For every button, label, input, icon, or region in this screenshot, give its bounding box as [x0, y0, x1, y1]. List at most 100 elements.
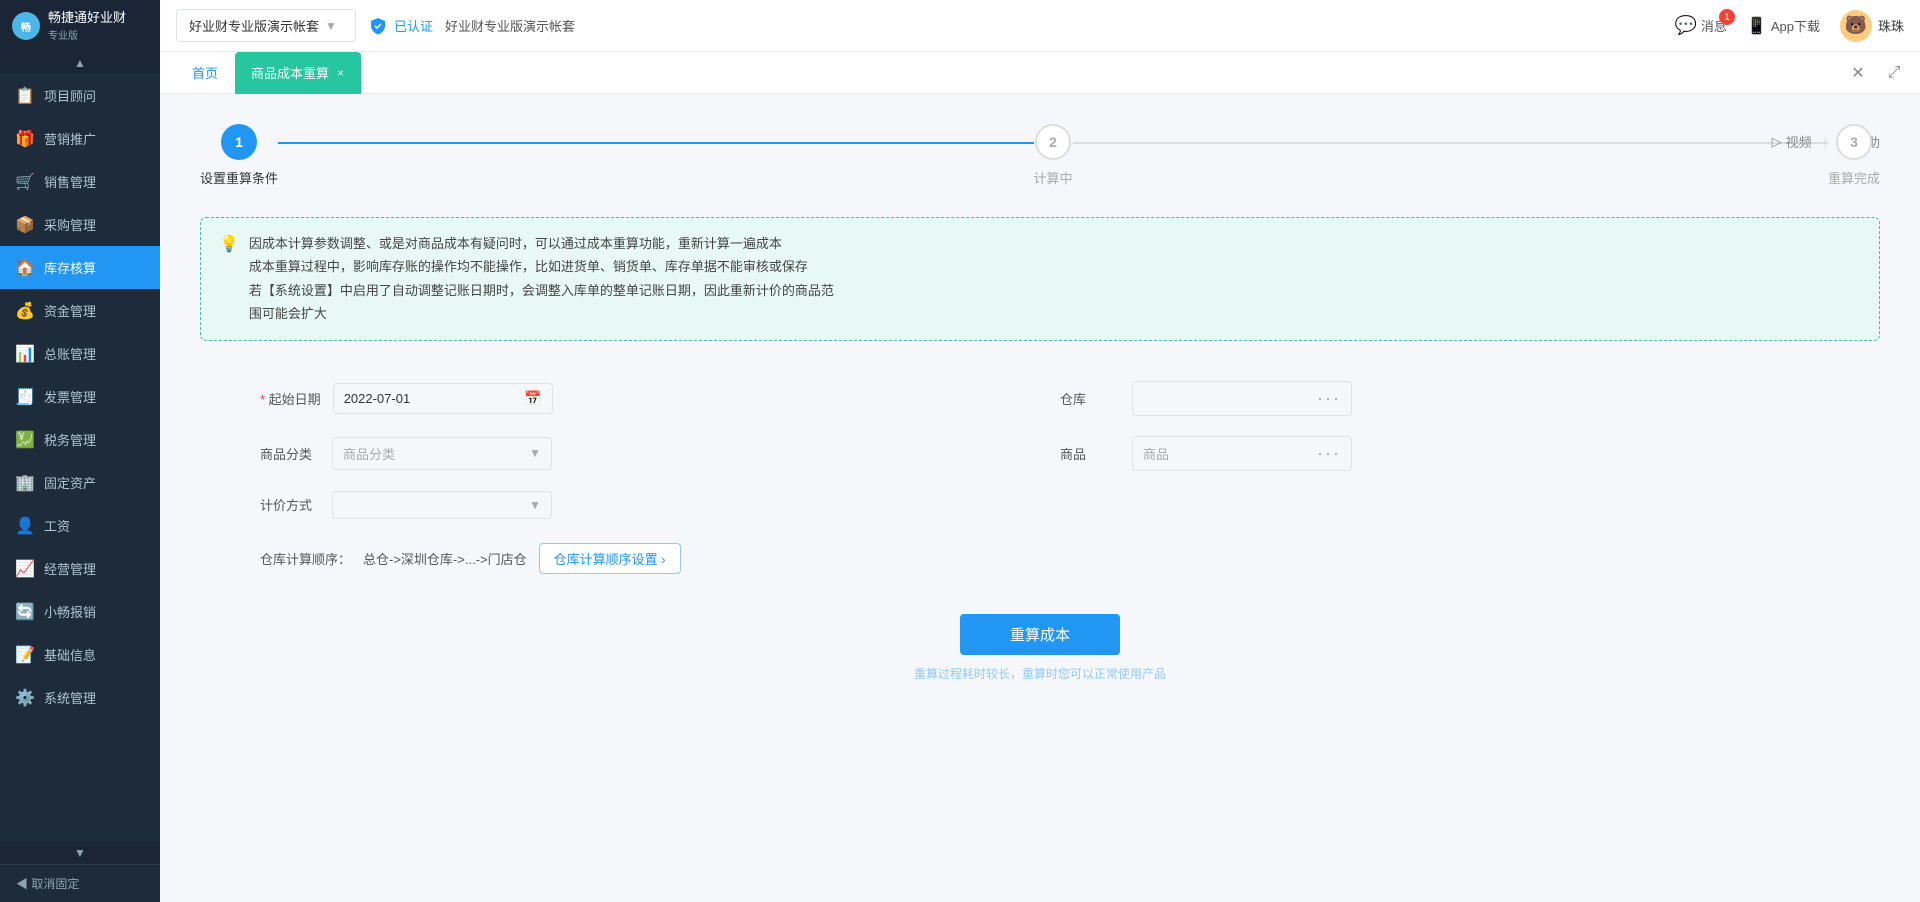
project-icon: 📋 — [16, 87, 34, 105]
unpin-button[interactable]: ◀ 取消固定 — [0, 864, 160, 902]
product-input[interactable]: 商品 ··· — [1132, 436, 1352, 471]
step-3: 3 重算完成 — [1828, 124, 1880, 187]
warehouse-order-settings-button[interactable]: 仓库计算顺序设置 › — [539, 543, 681, 574]
sidebar-item-purchase[interactable]: 📦 采购管理 — [0, 203, 160, 246]
unpin-label: ◀ 取消固定 — [16, 875, 79, 892]
company-select[interactable]: 好业财专业版演示帐套 ▼ — [176, 9, 356, 42]
inventory-icon: 🏠 — [16, 259, 34, 277]
sidebar-header: 畅 畅捷通好业财 专业版 — [0, 0, 160, 52]
sidebar-item-project[interactable]: 📋 项目顾问 — [0, 74, 160, 117]
close-window-button[interactable]: ✕ — [1844, 59, 1872, 87]
sidebar-item-invoice[interactable]: 🧾 发票管理 — [0, 375, 160, 418]
tab-home[interactable]: 首页 — [176, 52, 235, 94]
user-name: 珠珠 — [1878, 16, 1904, 35]
notice-line-1: 因成本计算参数调整、或是对商品成本有疑问时，可以通过成本重算功能，重新计算一遍成… — [249, 232, 834, 255]
step-3-label: 重算完成 — [1828, 168, 1880, 187]
sidebar-item-general[interactable]: 📊 总账管理 — [0, 332, 160, 375]
product-label: 商品 — [1060, 444, 1120, 463]
sidebar-item-assets[interactable]: 🏢 固定资产 — [0, 461, 160, 504]
divider: | — [1824, 134, 1827, 149]
step-line-2 — [1073, 142, 1828, 144]
scroll-up-icon[interactable]: ▲ — [74, 56, 86, 70]
user-menu[interactable]: 🐻 珠珠 — [1840, 10, 1904, 42]
tabs-bar: 首页 商品成本重算 × ✕ ⤢ — [160, 52, 1920, 94]
certified-text: 已认证 — [394, 16, 433, 35]
warehouse-field: 仓库 ··· — [1060, 381, 1820, 416]
calendar-icon[interactable]: 📅 — [524, 390, 541, 407]
sidebar-item-expense[interactable]: 🔄 小畅报销 — [0, 590, 160, 633]
form-row-3: 计价方式 ▼ — [260, 491, 1820, 519]
steps-wrapper: 1 设置重算条件 2 计算中 3 — [200, 124, 1880, 187]
sidebar-item-label: 发票管理 — [44, 387, 96, 406]
sidebar-item-label: 库存核算 — [44, 258, 96, 277]
sidebar-item-tax[interactable]: 💹 税务管理 — [0, 418, 160, 461]
category-select[interactable]: 商品分类 ▼ — [332, 437, 552, 470]
pricing-chevron-icon: ▼ — [529, 498, 541, 512]
scroll-down-icon[interactable]: ▼ — [74, 846, 86, 860]
start-date-input[interactable]: 2022-07-01 📅 — [333, 383, 553, 414]
tab-label: 商品成本重算 — [251, 63, 329, 82]
tab-close-icon[interactable]: × — [337, 66, 344, 80]
warehouse-input[interactable]: ··· — [1132, 381, 1352, 416]
notice-icon: 💡 — [219, 234, 239, 254]
operation-icon: 📈 — [16, 560, 34, 578]
sidebar-item-label: 资金管理 — [44, 301, 96, 320]
step-3-circle: 3 — [1836, 124, 1872, 160]
category-field: 商品分类 商品分类 ▼ — [260, 437, 1020, 470]
expand-window-button[interactable]: ⤢ — [1880, 59, 1908, 87]
marketing-icon: 🎁 — [16, 130, 34, 148]
pricing-label: 计价方式 — [260, 495, 320, 514]
video-link[interactable]: ▷ 视频 — [1772, 132, 1812, 151]
warehouse-more-icon[interactable]: ··· — [1317, 388, 1341, 409]
warehouse-order-label: 仓库计算顺序： — [260, 549, 351, 568]
sidebar: 畅 畅捷通好业财 专业版 ▲ 📋 项目顾问 🎁 营销推广 🛒 销售管理 📦 采购… — [0, 0, 160, 902]
start-date-field: 起始日期 2022-07-01 📅 — [260, 383, 1020, 414]
sidebar-item-system[interactable]: ⚙️ 系统管理 — [0, 676, 160, 719]
sidebar-item-sales[interactable]: 🛒 销售管理 — [0, 160, 160, 203]
step-1-label: 设置重算条件 — [200, 168, 278, 187]
shield-icon — [368, 16, 388, 36]
sidebar-item-capital[interactable]: 💰 资金管理 — [0, 289, 160, 332]
notice-line-2: 成本重算过程中，影响库存账的操作均不能操作，比如进货单、销货单、库存单据不能审核… — [249, 255, 834, 278]
product-more-icon[interactable]: ··· — [1317, 443, 1341, 464]
product-field: 商品 商品 ··· — [1060, 436, 1820, 471]
recalc-button[interactable]: 重算成本 — [960, 614, 1120, 655]
tabs-right-actions: ✕ ⤢ — [1844, 59, 1920, 87]
sidebar-item-label: 采购管理 — [44, 215, 96, 234]
warehouse-order-btn-label: 仓库计算顺序设置 › — [554, 549, 666, 568]
notice-box: 💡 因成本计算参数调整、或是对商品成本有疑问时，可以通过成本重算功能，重新计算一… — [200, 217, 1880, 341]
pricing-select[interactable]: ▼ — [332, 491, 552, 519]
sidebar-title: 畅捷通好业财 — [48, 10, 126, 27]
sidebar-item-label: 项目顾问 — [44, 86, 96, 105]
sidebar-item-label: 营销推广 — [44, 129, 96, 148]
sidebar-item-label: 工资 — [44, 516, 70, 535]
general-icon: 📊 — [16, 345, 34, 363]
sidebar-item-salary[interactable]: 👤 工资 — [0, 504, 160, 547]
start-date-label: 起始日期 — [260, 389, 321, 408]
sidebar-item-basic[interactable]: 📝 基础信息 — [0, 633, 160, 676]
form-fields: 起始日期 2022-07-01 📅 仓库 ··· 商品分 — [200, 371, 1880, 584]
system-icon: ⚙️ — [16, 689, 34, 707]
capital-icon: 💰 — [16, 302, 34, 320]
category-placeholder: 商品分类 — [343, 444, 395, 463]
sidebar-item-operation[interactable]: 📈 经营管理 — [0, 547, 160, 590]
company-name: 好业财专业版演示帐套 — [445, 16, 575, 35]
expense-icon: 🔄 — [16, 603, 34, 621]
warehouse-label: 仓库 — [1060, 389, 1120, 408]
tab-cost-recalc[interactable]: 商品成本重算 × — [235, 52, 361, 94]
sidebar-logo: 畅 — [12, 12, 40, 40]
recalc-section: 重算成本 重算过程耗时较长，重算时您可以正常使用产品 — [200, 614, 1880, 682]
step-2: 2 计算中 — [1034, 124, 1073, 187]
sidebar-item-label: 小畅报销 — [44, 602, 96, 621]
step-1: 1 设置重算条件 — [200, 124, 278, 187]
sidebar-item-inventory[interactable]: 🏠 库存核算 — [0, 246, 160, 289]
avatar: 🐻 — [1840, 10, 1872, 42]
play-icon: ▷ — [1772, 134, 1782, 150]
phone-icon: 📱 — [1747, 16, 1767, 36]
app-download-button[interactable]: 📱 App下载 — [1747, 16, 1820, 36]
purchase-icon: 📦 — [16, 216, 34, 234]
sidebar-item-marketing[interactable]: 🎁 营销推广 — [0, 117, 160, 160]
salary-icon: 👤 — [16, 517, 34, 535]
invoice-icon: 🧾 — [16, 388, 34, 406]
message-button[interactable]: 💬 消息 1 — [1674, 15, 1726, 36]
